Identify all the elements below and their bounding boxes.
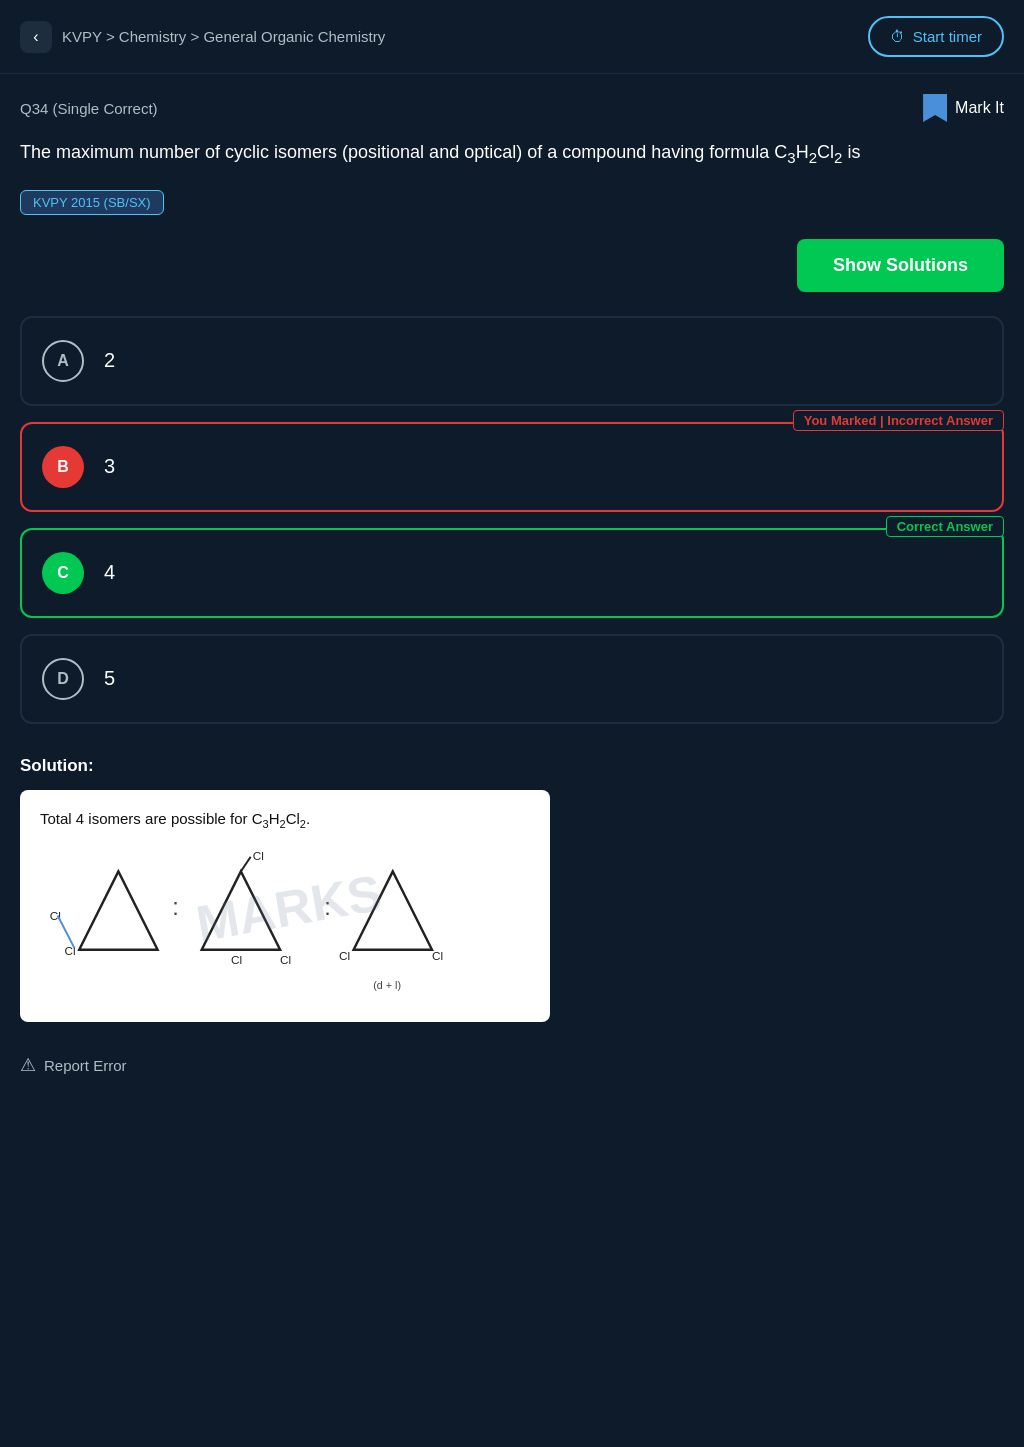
option-b-value: 3 [104, 455, 115, 478]
bookmark-icon [923, 94, 947, 122]
header: ‹ KVPY > Chemistry > General Organic Che… [0, 0, 1024, 74]
svg-text::: : [172, 894, 179, 920]
question-type-label: Q34 (Single Correct) [20, 100, 158, 117]
option-a-value: 2 [104, 349, 115, 372]
show-solutions-button[interactable]: Show Solutions [797, 239, 1004, 292]
svg-text:MARKS: MARKS [192, 864, 386, 953]
option-c-circle: C [42, 552, 84, 594]
timer-icon: ⏱ [890, 28, 905, 45]
warning-icon: ⚠ [20, 1054, 36, 1076]
option-c-wrapper: Correct Answer C 4 [20, 528, 1004, 618]
option-a-wrapper: A 2 [20, 316, 1004, 406]
solution-area: Solution: Total 4 isomers are possible f… [20, 756, 1004, 1023]
breadcrumb-area: ‹ KVPY > Chemistry > General Organic Che… [20, 21, 385, 53]
tag-area: KVPY 2015 (SB/SX) [20, 190, 1004, 215]
option-c-card[interactable]: C 4 [20, 528, 1004, 618]
svg-text:Cl: Cl [339, 948, 350, 961]
option-b-circle: B [42, 446, 84, 488]
svg-text:Cl: Cl [231, 953, 242, 966]
svg-text:Cl: Cl [253, 848, 264, 861]
question-meta: Q34 (Single Correct) Mark It [20, 94, 1004, 122]
solution-label: Solution: [20, 756, 1004, 776]
report-error-label: Report Error [44, 1057, 127, 1074]
option-a-circle: A [42, 340, 84, 382]
svg-text:Cl: Cl [432, 948, 443, 961]
svg-text:Cl: Cl [280, 953, 291, 966]
svg-marker-0 [79, 871, 157, 949]
option-a-card[interactable]: A 2 [20, 316, 1004, 406]
option-d-card[interactable]: D 5 [20, 634, 1004, 724]
solution-image-title: Total 4 isomers are possible for C3H2Cl2… [40, 810, 530, 830]
option-b-card[interactable]: B 3 [20, 422, 1004, 512]
option-d-value: 5 [104, 667, 115, 690]
option-d-wrapper: D 5 [20, 634, 1004, 724]
svg-text:(d + l): (d + l) [373, 979, 401, 991]
question-text: The maximum number of cyclic isomers (po… [20, 138, 1004, 170]
content-area: Q34 (Single Correct) Mark It The maximum… [0, 74, 1024, 1096]
breadcrumb: KVPY > Chemistry > General Organic Chemi… [62, 28, 385, 45]
mark-it-label: Mark It [955, 99, 1004, 117]
mark-it-button[interactable]: Mark It [923, 94, 1004, 122]
show-solutions-area: Show Solutions [20, 239, 1004, 292]
option-c-value: 4 [104, 561, 115, 584]
option-d-circle: D [42, 658, 84, 700]
start-timer-button[interactable]: ⏱ Start timer [868, 16, 1004, 57]
option-b-wrapper: You Marked | Incorrect Answer B 3 [20, 422, 1004, 512]
back-button[interactable]: ‹ [20, 21, 52, 53]
report-area[interactable]: ⚠ Report Error [20, 1054, 1004, 1076]
incorrect-badge: You Marked | Incorrect Answer [793, 410, 1004, 431]
start-timer-label: Start timer [913, 28, 982, 45]
question-tag: KVPY 2015 (SB/SX) [20, 190, 164, 215]
correct-badge: Correct Answer [886, 516, 1004, 537]
isomers-diagram: Cl Cl : Cl Cl Cl [40, 842, 530, 999]
solution-image-box: Total 4 isomers are possible for C3H2Cl2… [20, 790, 550, 1023]
svg-line-7 [241, 856, 251, 871]
